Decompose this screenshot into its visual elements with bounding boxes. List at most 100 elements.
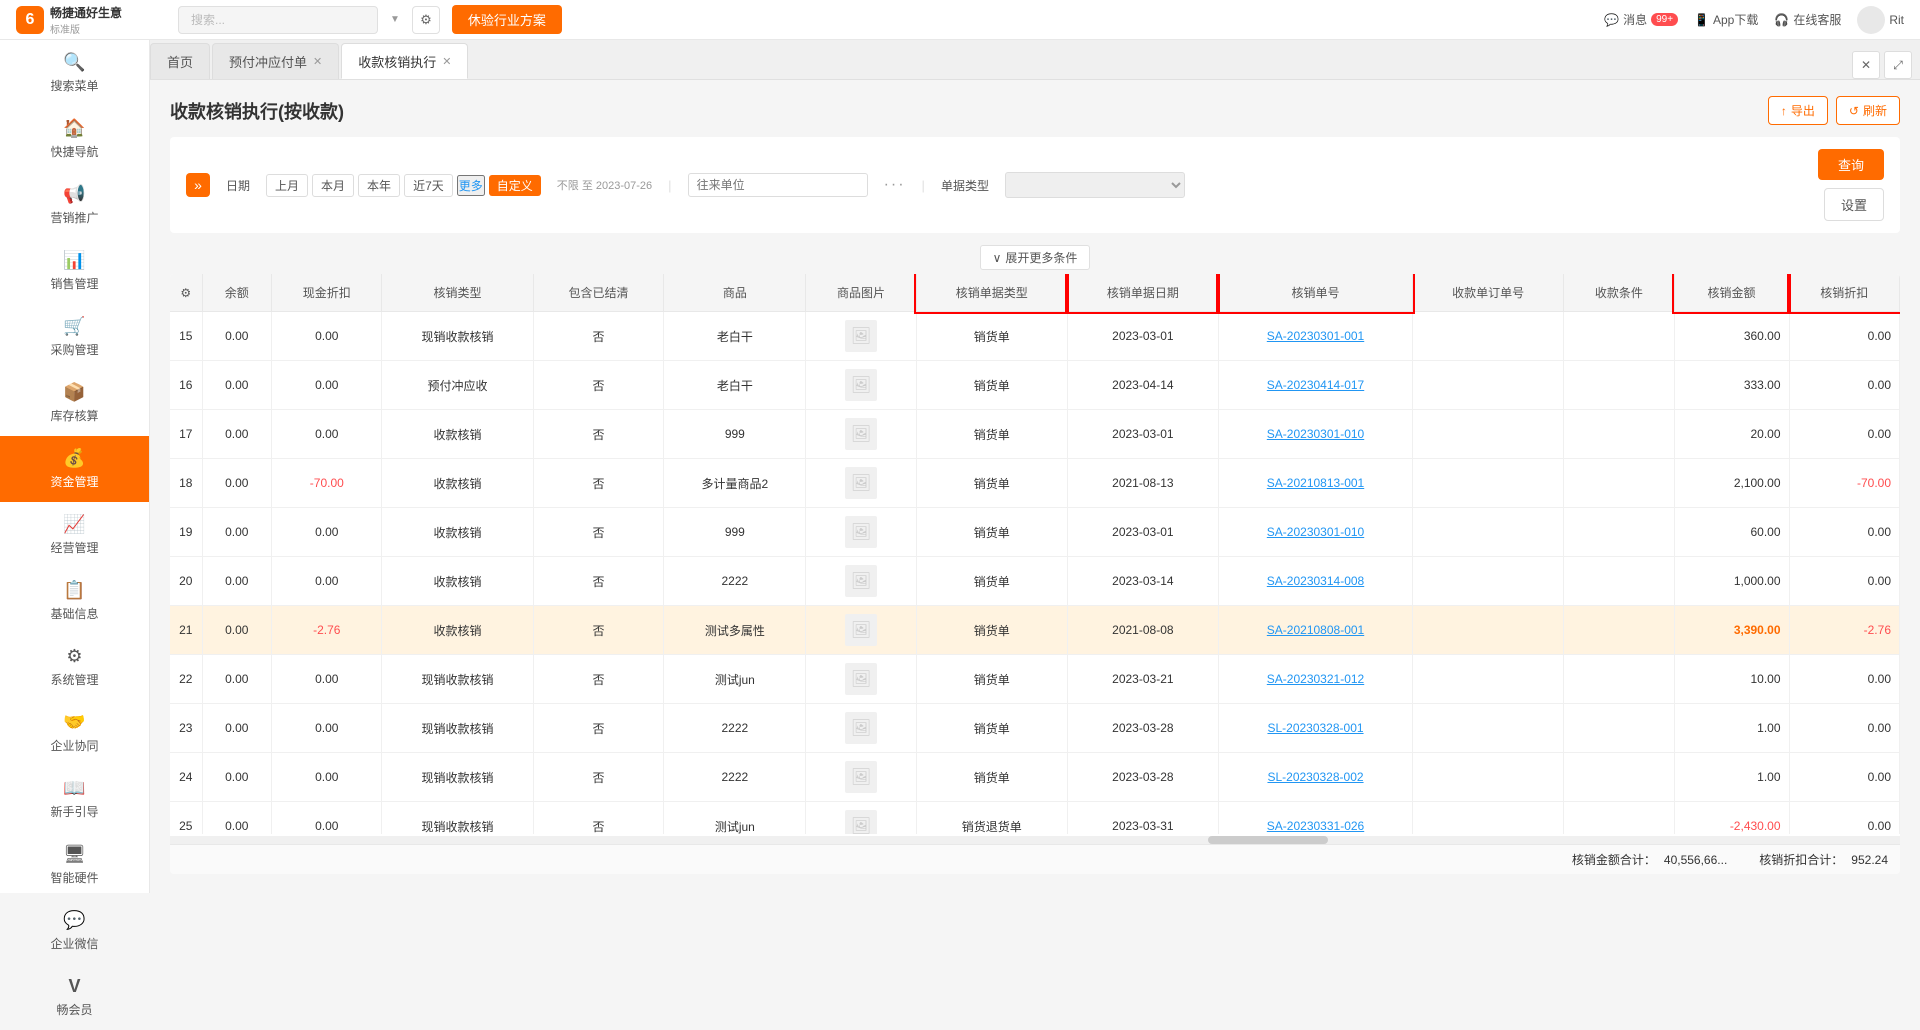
top-search-box[interactable]: 搜索... (178, 6, 378, 34)
date-btn-last-month[interactable]: 上月 (266, 174, 308, 197)
cell-discount: -70.00 (1789, 459, 1899, 508)
date-btn-custom[interactable]: 自定义 (489, 175, 541, 196)
cell-doc-no[interactable]: SA-20230414-017 (1218, 361, 1412, 410)
cell-order-no (1413, 655, 1564, 704)
cell-doc-no[interactable]: SA-20210808-001 (1218, 606, 1412, 655)
filter-expand-button[interactable]: » (186, 173, 210, 197)
table-wrapper[interactable]: ⚙ 余额 现金折扣 核销类型 包含已结清 商品 商品图片 核销单据类型 核销单据… (170, 274, 1900, 834)
cell-balance: 0.00 (202, 802, 272, 835)
cell-goods: 测试jun (664, 802, 806, 835)
query-button[interactable]: 查询 (1818, 149, 1884, 180)
tab-collection[interactable]: 收款核销执行 ✕ (341, 43, 468, 79)
sidebar-item-inventory[interactable]: 📦 库存核算 (0, 370, 149, 436)
footer-discount-value: 952.24 (1851, 853, 1888, 867)
sidebar-item-basic[interactable]: 📋 基础信息 (0, 568, 149, 634)
date-filter-label: 日期 (226, 177, 250, 194)
export-button[interactable]: ↑ 导出 (1768, 96, 1828, 125)
cell-goods-img: 🖼 (806, 655, 916, 704)
cell-doc-no[interactable]: SA-20230301-001 (1218, 312, 1412, 361)
sidebar-item-label: 库存核算 (50, 407, 98, 424)
sidebar-item-operations[interactable]: 📈 经营管理 (0, 502, 149, 568)
app-download-item[interactable]: 📱 App下载 (1694, 11, 1758, 28)
cell-discount: 0.00 (1789, 557, 1899, 606)
sidebar-item-system[interactable]: ⚙ 系统管理 (0, 634, 149, 700)
gear-button[interactable]: ⚙ (412, 6, 440, 34)
tab-prepay-label: 预付冲应付单 (229, 52, 307, 71)
cell-goods: 测试多属性 (664, 606, 806, 655)
partner-dots[interactable]: ··· (884, 176, 906, 194)
h-scroll-thumb[interactable] (1208, 836, 1328, 844)
cell-doc-no[interactable]: SA-20230314-008 (1218, 557, 1412, 606)
sidebar-item-hardware[interactable]: 🖥 智能硬件 (0, 832, 149, 898)
date-btn-this-year[interactable]: 本年 (358, 174, 400, 197)
cell-doc-date: 2023-03-28 (1067, 753, 1218, 802)
sidebar-item-vip[interactable]: V 畅会员 (0, 964, 149, 1030)
date-btn-more[interactable]: 更多 (457, 175, 485, 196)
sidebar-item-label: 畅会员 (56, 1001, 92, 1018)
cell-discount: 0.00 (1789, 361, 1899, 410)
refresh-button[interactable]: ↺ 刷新 (1836, 96, 1900, 125)
tab-home[interactable]: 首页 (150, 43, 210, 79)
cell-doc-no[interactable]: SL-20230328-001 (1218, 704, 1412, 753)
user-name-item[interactable]: Rit (1857, 6, 1904, 34)
col-doc-type: 核销单据类型 (916, 274, 1067, 312)
online-service-item[interactable]: 🎧 在线客服 (1774, 11, 1841, 28)
setting-button[interactable]: 设置 (1824, 188, 1884, 221)
tab-bar-actions: ✕ ⤢ (1852, 51, 1920, 79)
sidebar-item-guide[interactable]: 📖 新手引导 (0, 766, 149, 832)
top-bar: 6 畅捷通好生意 标准版 搜索... ▼ ⚙ 休验行业方案 💬 消息 99+ 📱… (0, 0, 1920, 40)
cell-type: 收款核销 (382, 459, 533, 508)
tab-prepay-close[interactable]: ✕ (313, 55, 322, 68)
cell-doc-no[interactable]: SA-20230331-026 (1218, 802, 1412, 835)
cell-doc-type: 销货单 (916, 459, 1067, 508)
table-header-row: ⚙ 余额 现金折扣 核销类型 包含已结清 商品 商品图片 核销单据类型 核销单据… (170, 274, 1900, 312)
date-btn-this-month[interactable]: 本月 (312, 174, 354, 197)
table-row: 19 0.00 0.00 收款核销 否 999 🖼 销货单 2023-03-01… (170, 508, 1900, 557)
sidebar-item-wechat[interactable]: 💬 企业微信 (0, 898, 149, 964)
cell-goods-img: 🖼 (806, 704, 916, 753)
cell-doc-date: 2023-03-28 (1067, 704, 1218, 753)
cell-discount: 0.00 (1789, 655, 1899, 704)
cell-condition (1564, 312, 1674, 361)
sidebar-item-purchase[interactable]: 🛒 采购管理 (0, 304, 149, 370)
filter-divider-2: | (922, 178, 925, 193)
tab-collection-label: 收款核销执行 (358, 52, 436, 71)
cell-settled: 否 (533, 361, 664, 410)
sidebar-item-sales[interactable]: 📊 销售管理 (0, 238, 149, 304)
cell-doc-no[interactable]: SA-20230301-010 (1218, 508, 1412, 557)
sidebar-item-finance[interactable]: 💰 资金管理 (0, 436, 149, 502)
cell-doc-no[interactable]: SA-20230321-012 (1218, 655, 1412, 704)
industry-button[interactable]: 休验行业方案 (452, 5, 562, 34)
cell-doc-date: 2023-03-21 (1067, 655, 1218, 704)
sidebar-item-collab[interactable]: 🤝 企业协同 (0, 700, 149, 766)
horizontal-scrollbar[interactable] (170, 836, 1900, 844)
sidebar-item-marketing[interactable]: 📢 营销推广 (0, 172, 149, 238)
search-dropdown-arrow[interactable]: ▼ (390, 14, 400, 25)
partner-input[interactable] (688, 173, 868, 197)
search-menu-icon: 🔍 (63, 52, 85, 73)
cell-doc-no[interactable]: SA-20230301-010 (1218, 410, 1412, 459)
cell-goods: 999 (664, 508, 806, 557)
tab-close-all-button[interactable]: ✕ (1852, 51, 1880, 79)
col-doc-date: 核销单据日期 (1067, 274, 1218, 312)
expand-more-button[interactable]: ∨ 展开更多条件 (980, 245, 1091, 270)
tab-collection-close[interactable]: ✕ (442, 55, 451, 68)
message-label: 消息 (1623, 11, 1647, 28)
date-btn-7days[interactable]: 近7天 (404, 174, 453, 197)
cell-doc-no[interactable]: SL-20230328-002 (1218, 753, 1412, 802)
cell-type: 预付冲应收 (382, 361, 533, 410)
sidebar-item-nav[interactable]: 🏠 快捷导航 (0, 106, 149, 172)
footer-amount: 核销金额合计： 40,556,66... (1572, 851, 1727, 868)
cell-goods: 老白干 (664, 361, 806, 410)
table-row: 17 0.00 0.00 收款核销 否 999 🖼 销货单 2023-03-01… (170, 410, 1900, 459)
doc-type-select[interactable] (1005, 172, 1185, 198)
cell-doc-no[interactable]: SA-20210813-001 (1218, 459, 1412, 508)
tab-maximize-button[interactable]: ⤢ (1884, 51, 1912, 79)
tab-prepay[interactable]: 预付冲应付单 ✕ (212, 43, 339, 79)
cell-order-no (1413, 312, 1564, 361)
sidebar-item-search[interactable]: 🔍 搜索菜单 (0, 40, 149, 106)
message-item[interactable]: 💬 消息 99+ (1604, 11, 1678, 28)
col-order-no: 收款单订单号 (1413, 274, 1564, 312)
home-icon: 🏠 (63, 118, 85, 139)
cell-doc-date: 2023-03-01 (1067, 508, 1218, 557)
